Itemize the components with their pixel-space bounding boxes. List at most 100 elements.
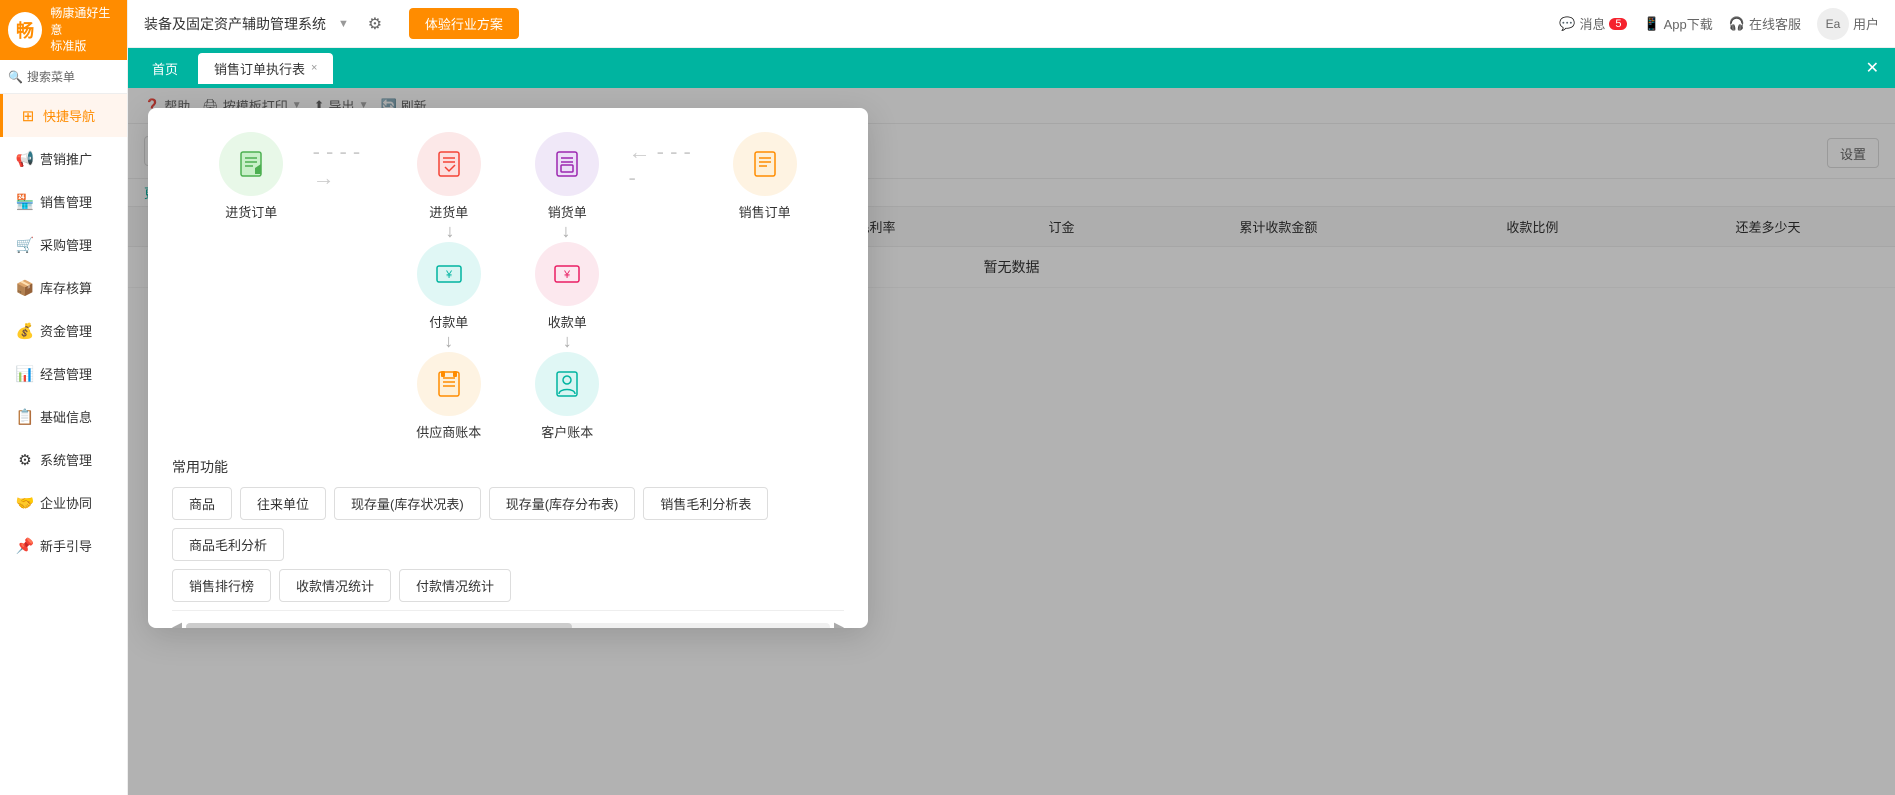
service-icon: 🎧 [1729, 16, 1745, 32]
sidebar-item-label: 库存核算 [40, 278, 92, 297]
sidebar-item-sales[interactable]: 🏪 销售管理 [0, 180, 127, 223]
sidebar-item-guide[interactable]: 📌 新手引导 [0, 524, 127, 567]
sidebar-item-label: 企业协同 [40, 493, 92, 512]
sales-order-label: 销售订单 [739, 202, 791, 221]
sidebar-item-label: 采购管理 [40, 235, 92, 254]
sidebar-nav: ⊞ 快捷导航 📢 营销推广 🏪 销售管理 🛒 采购管理 📦 库存核算 💰 [0, 94, 127, 795]
avatar: Ea [1817, 8, 1849, 40]
common-btns-row1: 商品 往来单位 现存量(库存状况表) 现存量(库存分布表) 销售毛利分析表 商品… [172, 487, 844, 561]
sidebar-item-label: 销售管理 [40, 192, 92, 211]
sidebar-item-label: 快捷导航 [43, 106, 95, 125]
tab-home[interactable]: 首页 [136, 53, 194, 84]
message-badge: 5 [1609, 18, 1627, 30]
logo-text: 畅康通好生意标准版 [50, 5, 119, 55]
main-content: 装备及固定资产辅助管理系统 ▼ ⚙ 体验行业方案 💬 消息 5 📱 App下载 … [128, 0, 1895, 795]
flow-node-customer-ledger[interactable]: 客户账本 [508, 352, 627, 441]
download-icon: 📱 [1643, 16, 1659, 32]
message-label: 消息 [1579, 14, 1605, 33]
payment-bill-label: 付款单 [429, 312, 468, 331]
receipt-bill-label: 收款单 [548, 312, 587, 331]
purchase-icon: 🛒 [16, 236, 34, 254]
modal-overlay[interactable]: 进货订单 - - - - → [128, 88, 1895, 795]
operation-icon: 📊 [16, 365, 34, 383]
scrollbar-track [186, 623, 830, 628]
app-download-button[interactable]: 📱 App下载 [1643, 14, 1712, 33]
flow-node-payment-bill[interactable]: ¥ 付款单 [390, 242, 509, 331]
sidebar-item-operation[interactable]: 📊 经营管理 [0, 352, 127, 395]
down-arrow-purchase: ↓ [392, 221, 508, 242]
top-bar: 装备及固定资产辅助管理系统 ▼ ⚙ 体验行业方案 💬 消息 5 📱 App下载 … [128, 0, 1895, 48]
search-icon: 🔍 [8, 70, 23, 84]
content-area: ❓ 帮助 🖨 按模板打印 ▼ ⬆ 导出 ▼ 🔄 刷新 [128, 88, 1895, 795]
svg-text:¥: ¥ [445, 269, 453, 281]
scroll-right-icon[interactable]: ▶ [834, 619, 844, 628]
common-btns-row2: 销售排行榜 收款情况统计 付款情况统计 [172, 569, 844, 602]
sidebar-search[interactable]: 🔍 搜索菜单 [0, 60, 127, 94]
scrollbar-thumb[interactable] [186, 623, 572, 628]
sidebar-item-purchase[interactable]: 🛒 采购管理 [0, 223, 127, 266]
flow-node-supplier-ledger[interactable]: 供应商账本 [390, 352, 509, 441]
online-service-button[interactable]: 🎧 在线客服 [1729, 14, 1801, 33]
scroll-left-icon[interactable]: ◀ [172, 619, 182, 628]
common-functions: 常用功能 商品 往来单位 现存量(库存状况表) 现存量(库存分布表) 销售毛利分… [172, 457, 844, 602]
sidebar-item-system[interactable]: ⚙ 系统管理 [0, 438, 127, 481]
down-arrow-payment: ↓ [390, 331, 509, 352]
settings-icon[interactable]: ⚙ [361, 10, 389, 38]
sidebar-item-basic[interactable]: 📋 基础信息 [0, 395, 127, 438]
common-btn-sales-profit[interactable]: 销售毛利分析表 [643, 487, 768, 520]
search-label: 搜索菜单 [27, 68, 75, 85]
sales-order-icon [733, 132, 797, 196]
sidebar-item-label: 营销推广 [40, 149, 92, 168]
down-arrow-sales: ↓ [508, 221, 624, 242]
common-btn-product[interactable]: 商品 [172, 487, 232, 520]
experience-button[interactable]: 体验行业方案 [409, 8, 519, 39]
flow-node-sales-bill[interactable]: 销货单 [508, 132, 627, 221]
common-btn-payment-stats[interactable]: 付款情况统计 [399, 569, 511, 602]
user-menu[interactable]: Ea 用户 [1817, 8, 1879, 40]
top-bar-right: 💬 消息 5 📱 App下载 🎧 在线客服 Ea 用户 [1559, 8, 1879, 40]
guide-icon: 📌 [16, 537, 34, 555]
marketing-icon: 📢 [16, 150, 34, 168]
common-btn-product-profit[interactable]: 商品毛利分析 [172, 528, 284, 561]
sidebar-item-label: 基础信息 [40, 407, 92, 426]
common-btn-stock-dist[interactable]: 现存量(库存分布表) [489, 487, 636, 520]
sidebar-item-finance[interactable]: 💰 资金管理 [0, 309, 127, 352]
sidebar: 畅 畅康通好生意标准版 🔍 搜索菜单 ⊞ 快捷导航 📢 营销推广 🏪 销售管理 … [0, 0, 128, 795]
sidebar-item-inventory[interactable]: 📦 库存核算 [0, 266, 127, 309]
flow-node-purchase-bill[interactable]: 进货单 [389, 132, 508, 221]
message-button[interactable]: 💬 消息 5 [1559, 14, 1627, 33]
common-btn-sales-rank[interactable]: 销售排行榜 [172, 569, 271, 602]
common-btn-stock-status[interactable]: 现存量(库存状况表) [334, 487, 481, 520]
common-btn-receipt-stats[interactable]: 收款情况统计 [279, 569, 391, 602]
common-btn-partner[interactable]: 往来单位 [240, 487, 326, 520]
enterprise-icon: 🤝 [16, 494, 34, 512]
purchase-order-icon [219, 132, 283, 196]
sidebar-item-label: 系统管理 [40, 450, 92, 469]
sidebar-item-enterprise[interactable]: 🤝 企业协同 [0, 481, 127, 524]
sales-bill-label: 销货单 [548, 202, 587, 221]
purchase-order-label: 进货订单 [225, 202, 277, 221]
sidebar-item-label: 资金管理 [40, 321, 92, 340]
svg-text:¥: ¥ [563, 269, 571, 281]
sales-bill-icon [535, 132, 599, 196]
flow-node-sales-order[interactable]: 销售订单 [705, 132, 824, 221]
system-icon: ⚙ [16, 451, 34, 469]
flow-node-receipt-bill[interactable]: ¥ 收款单 [508, 242, 627, 331]
flow-chart: 进货订单 - - - - → [172, 132, 844, 441]
message-icon: 💬 [1559, 16, 1575, 32]
modal-scrollbar: ◀ ▶ [172, 610, 844, 628]
sales-icon: 🏪 [16, 193, 34, 211]
customer-ledger-icon [535, 352, 599, 416]
tab-close-icon[interactable]: × [311, 62, 317, 74]
sidebar-item-quick-nav[interactable]: ⊞ 快捷导航 [0, 94, 127, 137]
customer-ledger-label: 客户账本 [541, 422, 593, 441]
purchase-bill-label: 进货单 [429, 202, 468, 221]
tab-sales-order[interactable]: 销售订单执行表 × [198, 53, 333, 84]
supplier-ledger-icon [417, 352, 481, 416]
receipt-bill-icon: ¥ [535, 242, 599, 306]
tab-bar-close-button[interactable]: ✕ [1858, 54, 1887, 82]
down-arrow-receipt: ↓ [508, 331, 627, 352]
sidebar-item-marketing[interactable]: 📢 营销推广 [0, 137, 127, 180]
arrow-1: - - - - → [311, 139, 390, 191]
flow-node-purchase-order[interactable]: 进货订单 [192, 132, 311, 221]
